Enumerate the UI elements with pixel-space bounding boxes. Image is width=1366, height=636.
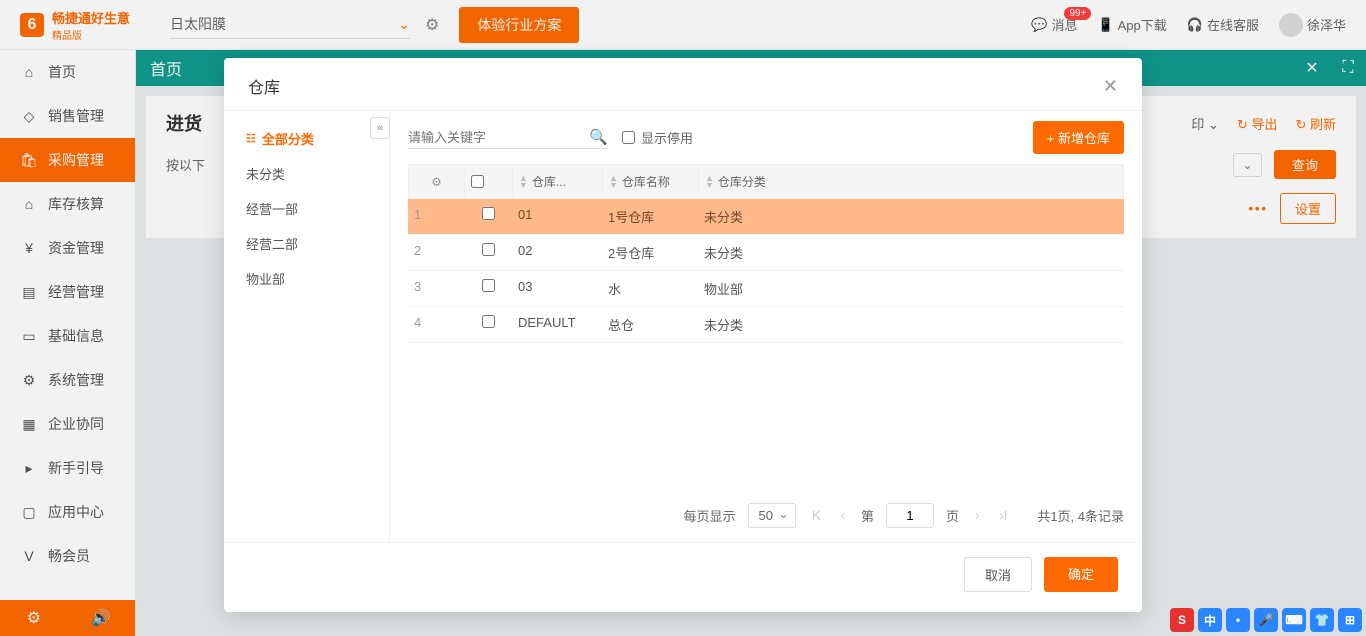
prev-page-icon[interactable]: ‹	[837, 508, 849, 523]
page-pre-label: 第	[861, 506, 874, 525]
select-all-checkbox[interactable]	[471, 175, 484, 188]
row-index: 4	[408, 307, 464, 342]
row-checkbox[interactable]	[482, 315, 495, 328]
column-name[interactable]: ▲▼ 仓库名称	[603, 165, 699, 198]
row-index: 2	[408, 235, 464, 270]
pagination: 每页显示 50 K ‹ 第 页 › ›I 共1页, 4条记录	[408, 343, 1124, 528]
ime-item[interactable]: •	[1226, 608, 1250, 632]
category-all[interactable]: 全部分类	[224, 121, 389, 156]
row-index: 3	[408, 271, 464, 306]
last-page-icon[interactable]: ›I	[995, 508, 1011, 523]
column-category[interactable]: ▲▼ 仓库分类	[699, 165, 1123, 198]
page-input[interactable]	[886, 503, 934, 528]
collapse-icon[interactable]: «	[370, 117, 390, 139]
row-checkbox[interactable]	[482, 207, 495, 220]
per-page-label: 每页显示	[683, 506, 735, 525]
page-post-label: 页	[946, 506, 959, 525]
show-disabled-label: 显示停用	[641, 128, 693, 147]
show-disabled-checkbox[interactable]	[622, 131, 635, 144]
row-category: 未分类	[698, 307, 1124, 342]
row-name: 水	[602, 271, 698, 306]
row-category: 物业部	[698, 271, 1124, 306]
row-code: 03	[512, 271, 602, 306]
pagination-summary: 共1页, 4条记录	[1037, 506, 1124, 525]
grid-header: ⚙ ▲▼ 仓库... ▲▼ 仓库名称 ▲▼ 仓库分类	[408, 164, 1124, 199]
modal-title: 仓库	[248, 74, 280, 98]
table-row[interactable]: 2 022号仓库未分类	[408, 235, 1124, 271]
category-item[interactable]: 未分类	[224, 156, 389, 191]
row-checkbox[interactable]	[482, 243, 495, 256]
warehouse-modal: 仓库 ✕ « 全部分类 未分类经营一部经营二部物业部 🔍 显示停用 + 新增仓库	[224, 58, 1142, 612]
row-category: 未分类	[698, 235, 1124, 270]
category-item[interactable]: 经营一部	[224, 191, 389, 226]
ime-item[interactable]: S	[1170, 608, 1194, 632]
show-disabled-toggle[interactable]: 显示停用	[622, 128, 693, 147]
gear-column[interactable]: ⚙	[409, 165, 465, 198]
search-input-wrap: 🔍	[408, 126, 608, 149]
row-name: 总仓	[602, 307, 698, 342]
row-index: 1	[408, 199, 464, 234]
ime-item[interactable]: ⌨	[1282, 608, 1306, 632]
row-code: 01	[512, 199, 602, 234]
table-row[interactable]: 1 011号仓库未分类	[408, 199, 1124, 235]
row-name: 2号仓库	[602, 235, 698, 270]
column-code[interactable]: ▲▼ 仓库...	[513, 165, 603, 198]
new-warehouse-button[interactable]: + 新增仓库	[1033, 121, 1124, 154]
page-size-select[interactable]: 50	[748, 503, 796, 528]
search-icon[interactable]: 🔍	[589, 128, 608, 146]
next-page-icon[interactable]: ›	[971, 508, 983, 523]
ime-bar: S中•🎤⌨👕⊞	[1170, 608, 1362, 632]
row-name: 1号仓库	[602, 199, 698, 234]
category-item[interactable]: 物业部	[224, 261, 389, 296]
row-code: DEFAULT	[512, 307, 602, 342]
search-input[interactable]	[408, 130, 589, 145]
ime-item[interactable]: ⊞	[1338, 608, 1362, 632]
ime-item[interactable]: 中	[1198, 608, 1222, 632]
cancel-button[interactable]: 取消	[964, 557, 1032, 592]
category-panel: « 全部分类 未分类经营一部经营二部物业部	[224, 111, 390, 542]
row-checkbox[interactable]	[482, 279, 495, 292]
ime-item[interactable]: 👕	[1310, 608, 1334, 632]
table-panel: 🔍 显示停用 + 新增仓库 ⚙ ▲▼ 仓库... ▲▼ 仓库名称 ▲▼ 仓库分类…	[390, 111, 1142, 542]
close-icon[interactable]: ✕	[1103, 76, 1118, 97]
row-category: 未分类	[698, 199, 1124, 234]
row-code: 02	[512, 235, 602, 270]
category-item[interactable]: 经营二部	[224, 226, 389, 261]
first-page-icon[interactable]: K	[808, 508, 825, 523]
confirm-button[interactable]: 确定	[1044, 557, 1118, 592]
ime-item[interactable]: 🎤	[1254, 608, 1278, 632]
table-row[interactable]: 4 DEFAULT总仓未分类	[408, 307, 1124, 343]
table-row[interactable]: 3 03水物业部	[408, 271, 1124, 307]
